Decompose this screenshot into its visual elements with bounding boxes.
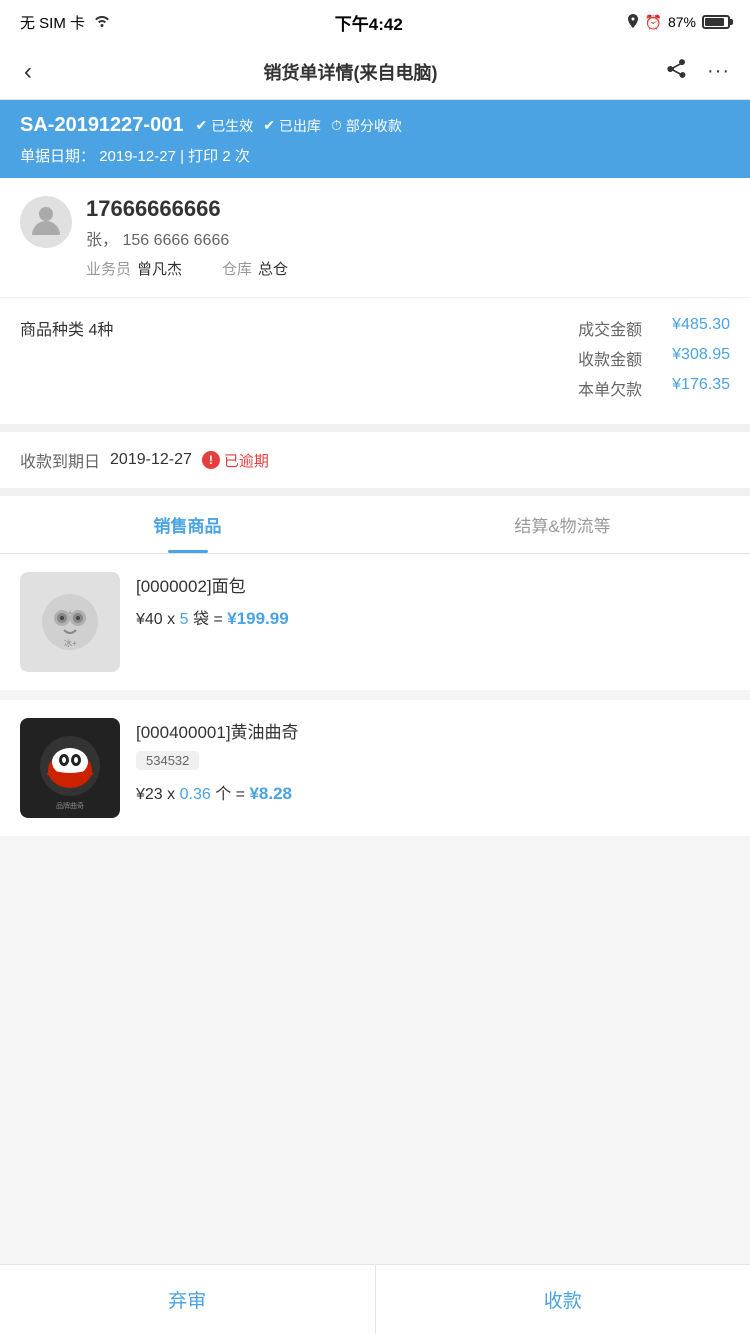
customer-name-phone: 张， 156 6666 6666 <box>86 226 730 250</box>
product-price-2: ¥23 <box>136 786 163 803</box>
salesperson-label: 业务员 <box>86 258 131 279</box>
product-unit-1: 袋 <box>193 611 209 628</box>
product-name-2: [000400001]黄油曲奇 <box>136 718 730 743</box>
svg-text:品牌曲奇: 品牌曲奇 <box>56 801 84 810</box>
product-image-2: 品牌曲奇 <box>20 718 120 818</box>
status-time: 下午4:42 <box>335 10 403 35</box>
status-badge-partial: ⏱ 部分收款 <box>331 116 402 136</box>
overdue-icon: ! <box>202 451 220 469</box>
customer-account: 17666666666 <box>86 196 730 222</box>
status-right: ⏰ 87% <box>627 14 730 31</box>
price-multiply-1: x <box>167 611 179 628</box>
nav-bar: ‹ 销货单详情(来自电脑) ··· <box>0 44 750 100</box>
summary-left: 商品种类 4种 <box>20 316 113 344</box>
debt-amount-value: ¥176.35 <box>672 376 730 400</box>
product-details-1: [0000002]面包 ¥40 x 5 袋 = ¥199.99 <box>136 572 730 672</box>
more-button[interactable]: ··· <box>703 56 734 87</box>
product-placeholder-1: 冰+ <box>20 572 120 672</box>
product-unit-2: 个 <box>215 786 231 803</box>
warehouse-label: 仓库 <box>222 258 252 279</box>
debt-amount-label: 本单欠款 <box>578 376 642 400</box>
location-icon <box>627 14 639 31</box>
overdue-badge: ! 已逾期 <box>202 450 269 471</box>
received-amount-value: ¥308.95 <box>672 346 730 370</box>
price-multiply-2: x <box>167 786 179 803</box>
deal-amount-value: ¥485.30 <box>672 316 730 340</box>
wifi-icon <box>93 13 111 31</box>
product-sku-badge: 534532 <box>136 751 199 770</box>
page-title: 销货单详情(来自电脑) <box>264 59 438 85</box>
debt-amount-row: 本单欠款 ¥176.35 <box>578 376 730 400</box>
customer-avatar <box>20 196 72 248</box>
product-item-2: 品牌曲奇 [000400001]黄油曲奇 534532 ¥23 x 0.36 个… <box>0 700 750 836</box>
avatar-icon <box>28 201 64 244</box>
due-section: 收款到期日 2019-12-27 ! 已逾期 <box>0 432 750 496</box>
product-total-1: ¥199.99 <box>227 609 288 628</box>
alarm-icon: ⏰ <box>645 14 662 31</box>
status-badges: ✔ 已生效 ✔ 已出库 ⏱ 部分收款 <box>195 116 401 136</box>
status-badge-shipped: ✔ 已出库 <box>263 116 321 136</box>
tab-sales-products[interactable]: 销售商品 <box>0 496 375 553</box>
banner-date: 单据日期： 2019-12-27 | 打印 2 次 <box>20 145 730 166</box>
battery-percent: 87% <box>668 14 696 30</box>
check-icon-2: ✔ <box>263 117 275 134</box>
back-button[interactable]: ‹ <box>16 50 40 94</box>
share-button[interactable] <box>661 54 691 90</box>
price-equals-2: = <box>236 786 250 803</box>
warehouse-item: 仓库 总仓 <box>222 258 288 279</box>
due-date-value: 2019-12-27 <box>110 451 192 469</box>
customer-meta: 业务员 曾凡杰 仓库 总仓 <box>86 258 730 279</box>
product-name-1: [0000002]面包 <box>136 572 730 597</box>
battery-icon <box>702 15 730 29</box>
product-qty-1: 5 <box>180 611 189 628</box>
product-list: 冰+ [0000002]面包 ¥40 x 5 袋 = ¥199.99 <box>0 554 750 926</box>
overdue-label: 已逾期 <box>224 450 269 471</box>
product-types: 商品种类 4种 <box>20 316 113 340</box>
salesperson-item: 业务员 曾凡杰 <box>86 258 182 279</box>
status-left: 无 SIM 卡 <box>20 12 111 33</box>
header-banner: SA-20191227-001 ✔ 已生效 ✔ 已出库 ⏱ 部分收款 单据日期：… <box>0 100 750 178</box>
due-date-label: 收款到期日 <box>20 448 100 472</box>
product-price-row-2: ¥23 x 0.36 个 = ¥8.28 <box>136 780 730 804</box>
received-amount-row: 收款金额 ¥308.95 <box>578 346 730 370</box>
bottom-bar: 弃审 收款 <box>0 1264 750 1334</box>
warehouse-value: 总仓 <box>258 258 288 279</box>
product-image-1: 冰+ <box>20 572 120 672</box>
deal-amount-row: 成交金额 ¥485.30 <box>578 316 730 340</box>
carrier-text: 无 SIM 卡 <box>20 12 85 33</box>
product-total-2: ¥8.28 <box>249 784 292 803</box>
customer-info: 17666666666 张， 156 6666 6666 业务员 曾凡杰 仓库 … <box>86 196 730 279</box>
product-qty-2: 0.36 <box>180 786 211 803</box>
order-id: SA-20191227-001 <box>20 114 183 137</box>
status-badge-effective: ✔ 已生效 <box>195 116 253 136</box>
product-item: 冰+ [0000002]面包 ¥40 x 5 袋 = ¥199.99 <box>0 554 750 690</box>
tab-settlement[interactable]: 结算&物流等 <box>375 496 750 553</box>
svg-text:冰+: 冰+ <box>64 638 77 648</box>
confirm-button[interactable]: 收款 <box>376 1265 750 1334</box>
summary-section: 商品种类 4种 成交金额 ¥485.30 收款金额 ¥308.95 本单欠款 ¥… <box>0 298 750 432</box>
nav-actions: ··· <box>661 54 734 90</box>
status-bar: 无 SIM 卡 下午4:42 ⏰ 87% <box>0 0 750 44</box>
salesperson-value: 曾凡杰 <box>137 258 182 279</box>
tabs-section: 销售商品 结算&物流等 <box>0 496 750 554</box>
customer-section: 17666666666 张， 156 6666 6666 业务员 曾凡杰 仓库 … <box>0 178 750 298</box>
price-equals-1: = <box>213 611 227 628</box>
product-price-1: ¥40 <box>136 611 163 628</box>
clock-icon: ⏱ <box>331 117 342 134</box>
cancel-button[interactable]: 弃审 <box>0 1265 376 1334</box>
product-details-2: [000400001]黄油曲奇 534532 ¥23 x 0.36 个 = ¥8… <box>136 718 730 818</box>
banner-top: SA-20191227-001 ✔ 已生效 ✔ 已出库 ⏱ 部分收款 <box>20 114 730 137</box>
received-amount-label: 收款金额 <box>578 346 642 370</box>
check-icon-1: ✔ <box>195 117 207 134</box>
deal-amount-label: 成交金额 <box>578 316 642 340</box>
product-price-row-1: ¥40 x 5 袋 = ¥199.99 <box>136 605 730 629</box>
summary-right: 成交金额 ¥485.30 收款金额 ¥308.95 本单欠款 ¥176.35 <box>578 316 730 406</box>
